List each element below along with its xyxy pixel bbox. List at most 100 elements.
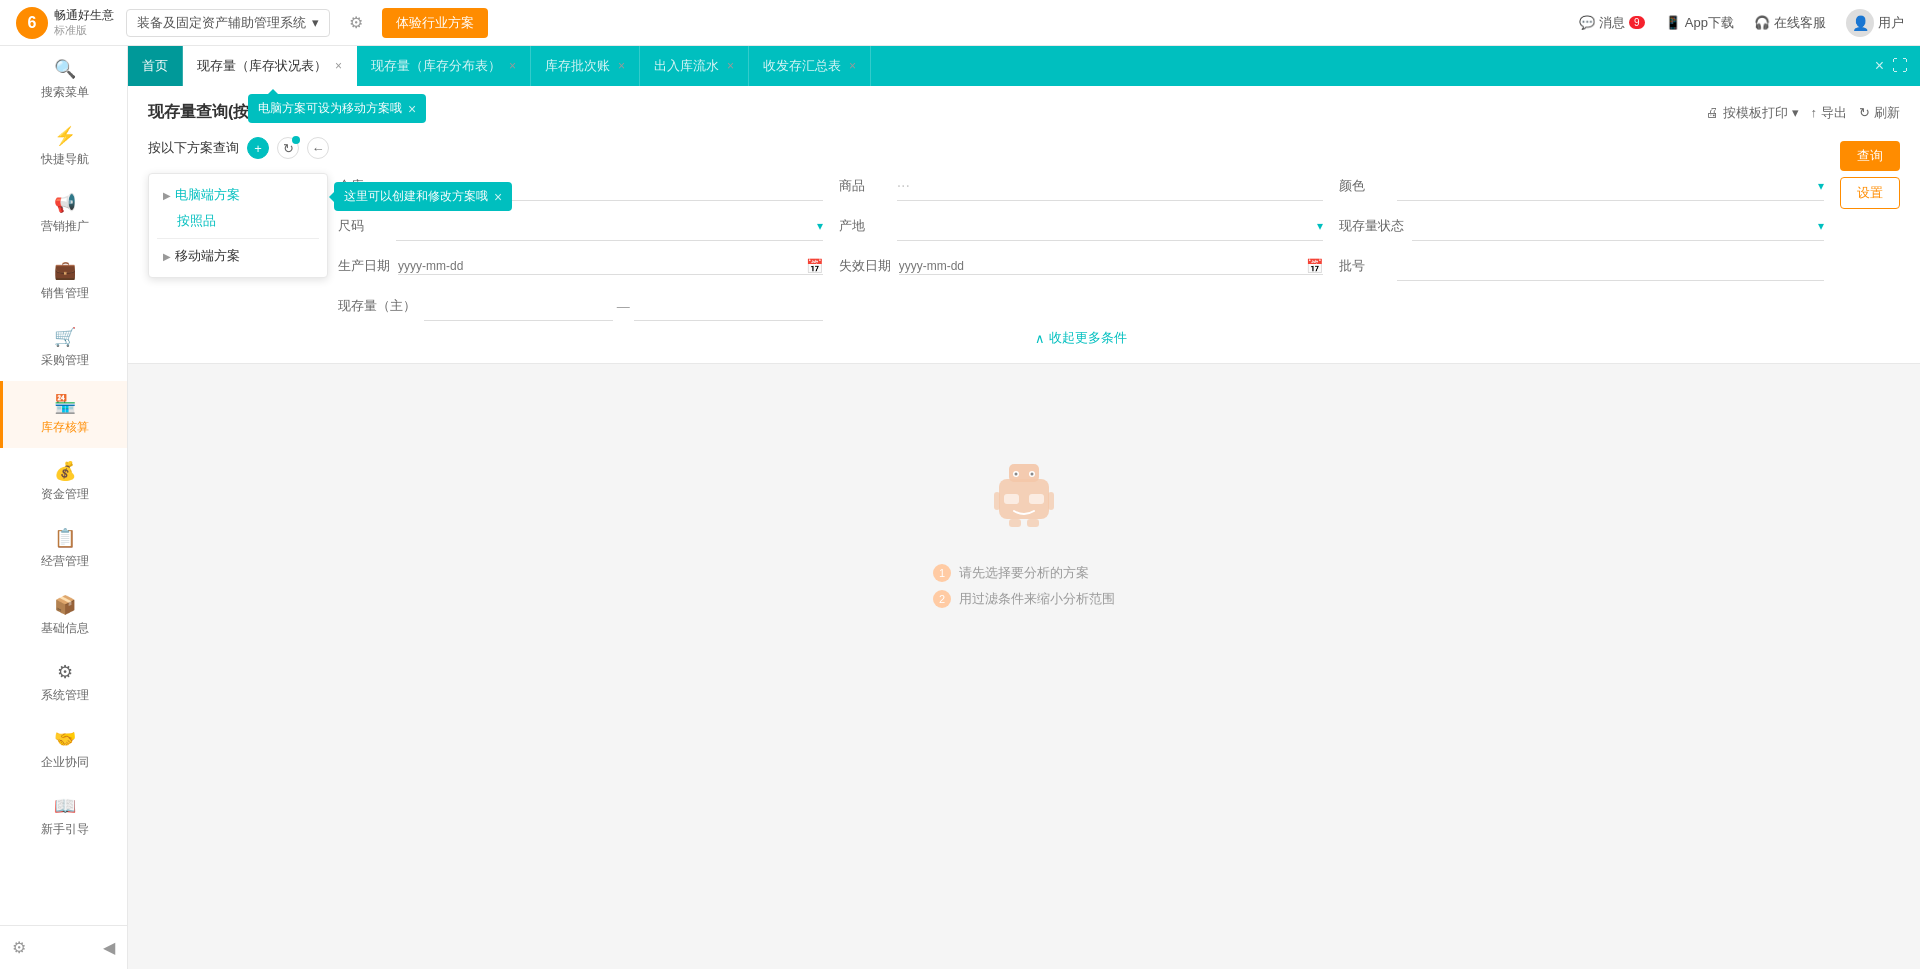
tooltip-plan-mobile: 电脑方案可设为移动方案哦 ×: [248, 94, 426, 123]
stock-amount-min[interactable]: [424, 291, 613, 321]
collapse-row: ∧ 收起更多条件: [338, 329, 1824, 347]
plan-tree-desktop[interactable]: ▶ 电脑端方案: [157, 182, 319, 208]
filter-left: 按以下方案查询 + ↻ ← 电脑方案可设为移动方案哦 ×: [148, 137, 1824, 347]
expire-date-calendar-icon[interactable]: 📅: [1306, 258, 1323, 274]
collapse-button[interactable]: ∧ 收起更多条件: [1035, 329, 1127, 347]
tab-stock-summary[interactable]: 收发存汇总表 ×: [749, 46, 871, 86]
back-plan-button[interactable]: ←: [307, 137, 329, 159]
sidebar-item-guide[interactable]: 📖 新手引导: [0, 783, 127, 850]
sidebar-item-search-menu[interactable]: 🔍 搜索菜单: [0, 46, 127, 113]
sidebar-item-marketing[interactable]: 📢 营销推广: [0, 180, 127, 247]
tab-fullscreen-icon[interactable]: ⛶: [1892, 57, 1908, 75]
svg-rect-9: [1048, 492, 1054, 510]
tab-close-stock-summary[interactable]: ×: [849, 59, 856, 73]
filter-expire-date: 失效日期 📅: [839, 251, 1324, 281]
tab-bar: 首页 现存量（库存状况表） × 现存量（库存分布表） × 库存批次账 × 出入库…: [128, 46, 1920, 86]
svg-rect-10: [1009, 519, 1021, 527]
experience-button[interactable]: 体验行业方案: [382, 8, 488, 38]
color-select[interactable]: ▾: [1397, 171, 1824, 201]
phone-icon: 📱: [1665, 15, 1681, 30]
settings-bottom-icon[interactable]: ⚙: [12, 938, 26, 957]
sidebar-item-warehouse[interactable]: 🏪 库存核算: [0, 381, 127, 448]
batch-no-input[interactable]: [1397, 251, 1824, 281]
filter-produce-date: 生产日期 📅: [338, 251, 823, 281]
tab-close-stock-inout[interactable]: ×: [727, 59, 734, 73]
sidebar-bottom: ⚙ ◀: [0, 925, 127, 969]
sales-icon: 💼: [54, 259, 76, 281]
messages-button[interactable]: 💬 消息 9: [1579, 14, 1645, 32]
search-button[interactable]: 查询: [1840, 141, 1900, 171]
filter-rows: 仓库 ··· 商品 ···: [338, 171, 1824, 321]
sidebar-item-enterprise[interactable]: 🤝 企业协同: [0, 716, 127, 783]
svg-point-4: [1015, 473, 1018, 476]
svg-rect-8: [994, 492, 1000, 510]
app-download-button[interactable]: 📱 App下载: [1665, 14, 1734, 32]
tab-stock-batch[interactable]: 库存批次账 ×: [531, 46, 640, 86]
tooltip-create-plan: 这里可以创建和修改方案哦 ×: [334, 182, 512, 211]
empty-tip-2: 2 用过滤条件来缩小分析范围: [933, 590, 1115, 608]
empty-tips: 1 请先选择要分析的方案 2 用过滤条件来缩小分析范围: [933, 564, 1115, 608]
plan-tree-by-goods[interactable]: 按照品: [157, 208, 319, 234]
expire-date-input[interactable]: [899, 259, 1303, 273]
sidebar-item-basics[interactable]: 📦 基础信息: [0, 582, 127, 649]
quick-nav-icon: ⚡: [54, 125, 76, 147]
sidebar-item-system[interactable]: ⚙ 系统管理: [0, 649, 127, 716]
stock-status-select[interactable]: ▾: [1412, 211, 1824, 241]
svg-rect-6: [1004, 494, 1019, 504]
filter-size: 尺码 ▾: [338, 211, 823, 241]
size-select[interactable]: ▾: [396, 211, 823, 241]
refresh-plan-button[interactable]: ↻: [277, 137, 299, 159]
export-button[interactable]: ↑ 导出: [1811, 104, 1848, 122]
tab-close-stock-dist[interactable]: ×: [509, 59, 516, 73]
tab-stock-dist[interactable]: 现存量（库存分布表） ×: [357, 46, 531, 86]
set-button[interactable]: 设置: [1840, 177, 1900, 209]
headset-icon: 🎧: [1754, 15, 1770, 30]
sidebar-item-operations[interactable]: 📋 经营管理: [0, 515, 127, 582]
messages-badge: 9: [1629, 16, 1645, 29]
search-actions: 查询 设置: [1840, 137, 1900, 347]
logo-text: 畅通好生意 标准版: [54, 8, 114, 38]
template-print-button[interactable]: 🖨 按模板打印 ▾: [1706, 104, 1799, 122]
query-label-text: 按以下方案查询: [148, 139, 239, 157]
online-service-button[interactable]: 🎧 在线客服: [1754, 14, 1826, 32]
filter-goods: 商品 ···: [839, 171, 1324, 201]
collapse-sidebar-icon[interactable]: ◀: [103, 938, 115, 957]
print-dropdown-icon: ▾: [1792, 105, 1799, 120]
produce-date-calendar-icon[interactable]: 📅: [806, 258, 823, 274]
warehouse-icon: 🏪: [54, 393, 76, 415]
sidebar-item-purchase[interactable]: 🛒 采购管理: [0, 314, 127, 381]
sidebar-item-quick-nav[interactable]: ⚡ 快捷导航: [0, 113, 127, 180]
origin-select[interactable]: ▾: [897, 211, 1324, 241]
export-icon: ↑: [1811, 105, 1818, 120]
system-selector[interactable]: 装备及固定资产辅助管理系统 ▾: [126, 9, 330, 37]
tab-home[interactable]: 首页: [128, 46, 183, 86]
tab-close-stock-status[interactable]: ×: [335, 59, 342, 73]
logo-icon: 6: [16, 7, 48, 39]
empty-tip-1: 1 请先选择要分析的方案: [933, 564, 1115, 582]
tab-close-all-icon[interactable]: ×: [1875, 57, 1884, 75]
tab-close-stock-batch[interactable]: ×: [618, 59, 625, 73]
query-section: 按以下方案查询 + ↻ ← 电脑方案可设为移动方案哦 ×: [148, 137, 1900, 347]
goods-select[interactable]: ···: [897, 171, 1324, 201]
refresh-icon: ↻: [1859, 105, 1870, 120]
stock-amount-max[interactable]: [634, 291, 823, 321]
tooltip2-close[interactable]: ×: [494, 189, 502, 205]
main-layout: 🔍 搜索菜单 ⚡ 快捷导航 📢 营销推广 💼 销售管理 🛒 采购管理 🏪 库存核…: [0, 46, 1920, 969]
enterprise-icon: 🤝: [54, 728, 76, 750]
tooltip1-close[interactable]: ×: [408, 101, 416, 117]
header-left: 6 畅通好生意 标准版 装备及固定资产辅助管理系统 ▾ ⚙ 体验行业方案: [16, 7, 488, 39]
produce-date-input[interactable]: [398, 259, 802, 273]
sidebar-item-sales[interactable]: 💼 销售管理: [0, 247, 127, 314]
add-plan-button[interactable]: +: [247, 137, 269, 159]
plan-tree-mobile[interactable]: ▶ 移动端方案: [157, 243, 319, 269]
sidebar-item-finance[interactable]: 💰 资金管理: [0, 448, 127, 515]
user-avatar: 👤: [1846, 9, 1874, 37]
user-menu-button[interactable]: 👤 用户: [1846, 9, 1904, 37]
refresh-button[interactable]: ↻ 刷新: [1859, 104, 1900, 122]
settings-icon[interactable]: ⚙: [342, 9, 370, 37]
tab-stock-status[interactable]: 现存量（库存状况表） ×: [183, 46, 357, 86]
header-right: 💬 消息 9 📱 App下载 🎧 在线客服 👤 用户: [1579, 9, 1904, 37]
finance-icon: 💰: [54, 460, 76, 482]
tab-stock-inout[interactable]: 出入库流水 ×: [640, 46, 749, 86]
logo-area: 6 畅通好生意 标准版: [16, 7, 114, 39]
